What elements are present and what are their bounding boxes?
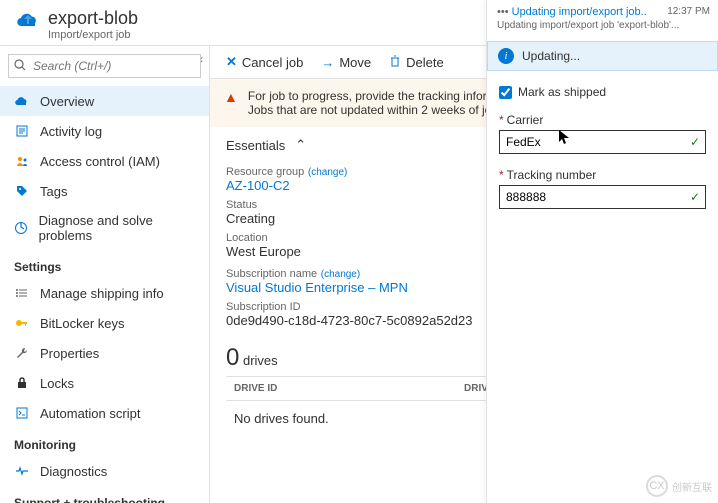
drives-count: 0 [226,344,239,371]
tracking-label: *Tracking number [499,168,706,182]
nav-label: Tags [40,184,67,199]
notification-subtitle: Updating import/export job 'export-blob'… [497,20,708,31]
watermark: CX 创新互联 [646,475,712,497]
col-drive-id[interactable]: DRIVE ID [234,383,464,394]
close-icon: ✕ [226,54,237,70]
nav-label: Access control (IAM) [40,154,160,169]
carrier-label: *Carrier [499,113,706,127]
heartbeat-icon [14,463,30,479]
info-icon: i [498,48,514,64]
change-rg-link[interactable]: (change) [308,167,347,178]
nav-diagnose[interactable]: Diagnose and solve problems [0,206,209,250]
section-monitoring: Monitoring [0,428,209,456]
script-icon [14,405,30,421]
delete-button[interactable]: Delete [389,55,444,70]
toolbar-label: Delete [406,55,444,70]
nav-shipping[interactable]: Manage shipping info [0,278,209,308]
nav-access-control[interactable]: Access control (IAM) [0,146,209,176]
nav-label: Automation script [40,406,140,421]
tracking-input[interactable] [499,185,706,209]
search-icon [14,59,26,74]
notification-time: 12:37 PM [667,6,710,17]
cloud-upload-icon [16,8,40,32]
page-title: export-blob [48,8,138,29]
nav-label: Manage shipping info [40,286,164,301]
essentials-title: Essentials [226,138,285,153]
wrench-icon [14,345,30,361]
nav-properties[interactable]: Properties [0,338,209,368]
mark-shipped-label: Mark as shipped [518,85,606,99]
side-panel: ••• Updating import/export job.. 12:37 P… [486,0,718,503]
nav-label: Overview [40,94,94,109]
updating-text: Updating... [522,49,580,63]
sidebar: « Overview Activity log Access control (… [0,46,210,503]
cloud-icon [14,93,30,109]
nav-locks[interactable]: Locks [0,368,209,398]
toolbar-label: Cancel job [242,55,303,70]
diagnose-icon [14,220,29,236]
check-icon: ✓ [690,190,700,204]
nav-label: Locks [40,376,74,391]
watermark-logo-icon: CX [646,475,668,497]
carrier-input[interactable] [499,130,706,154]
key-icon [14,315,30,331]
notification-title[interactable]: Updating import/export job.. [512,6,647,18]
nav-bitlocker[interactable]: BitLocker keys [0,308,209,338]
resource-group-label: Resource group [226,166,304,178]
nav-label: Activity log [40,124,102,139]
mark-shipped-checkbox[interactable]: Mark as shipped [499,85,706,99]
nav-activity-log[interactable]: Activity log [0,116,209,146]
page-subtitle: Import/export job [48,29,138,41]
subscription-label: Subscription name [226,268,317,280]
mark-shipped-input[interactable] [499,86,512,99]
section-settings: Settings [0,250,209,278]
watermark-text: 创新互联 [672,479,712,494]
lock-icon [14,375,30,391]
list-icon [14,285,30,301]
warning-icon: ▲ [224,89,238,105]
nav-tags[interactable]: Tags [0,176,209,206]
drives-label: drives [243,353,278,368]
nav-label: Properties [40,346,99,361]
log-icon [14,123,30,139]
toolbar-label: Move [339,55,371,70]
nav-label: Diagnostics [40,464,107,479]
check-icon: ✓ [690,135,700,149]
cancel-job-button[interactable]: ✕ Cancel job [226,54,303,70]
nav-label: Diagnose and solve problems [39,213,195,243]
nav-overview[interactable]: Overview [0,86,209,116]
iam-icon [14,153,30,169]
trash-icon [389,55,401,70]
section-support: Support + troubleshooting [0,486,209,503]
search-input[interactable] [8,54,201,78]
arrow-right-icon: → [321,55,334,70]
move-button[interactable]: → Move [321,55,371,70]
search-box[interactable] [8,54,201,78]
nav-diagnostics[interactable]: Diagnostics [0,456,209,486]
nav-label: BitLocker keys [40,316,125,331]
tag-icon [14,183,30,199]
notification: ••• Updating import/export job.. 12:37 P… [487,0,718,37]
nav-automation[interactable]: Automation script [0,398,209,428]
updating-bar: i Updating... [487,41,718,71]
chevron-up-icon: ⌃ [295,137,306,153]
change-sub-link[interactable]: (change) [321,269,360,280]
